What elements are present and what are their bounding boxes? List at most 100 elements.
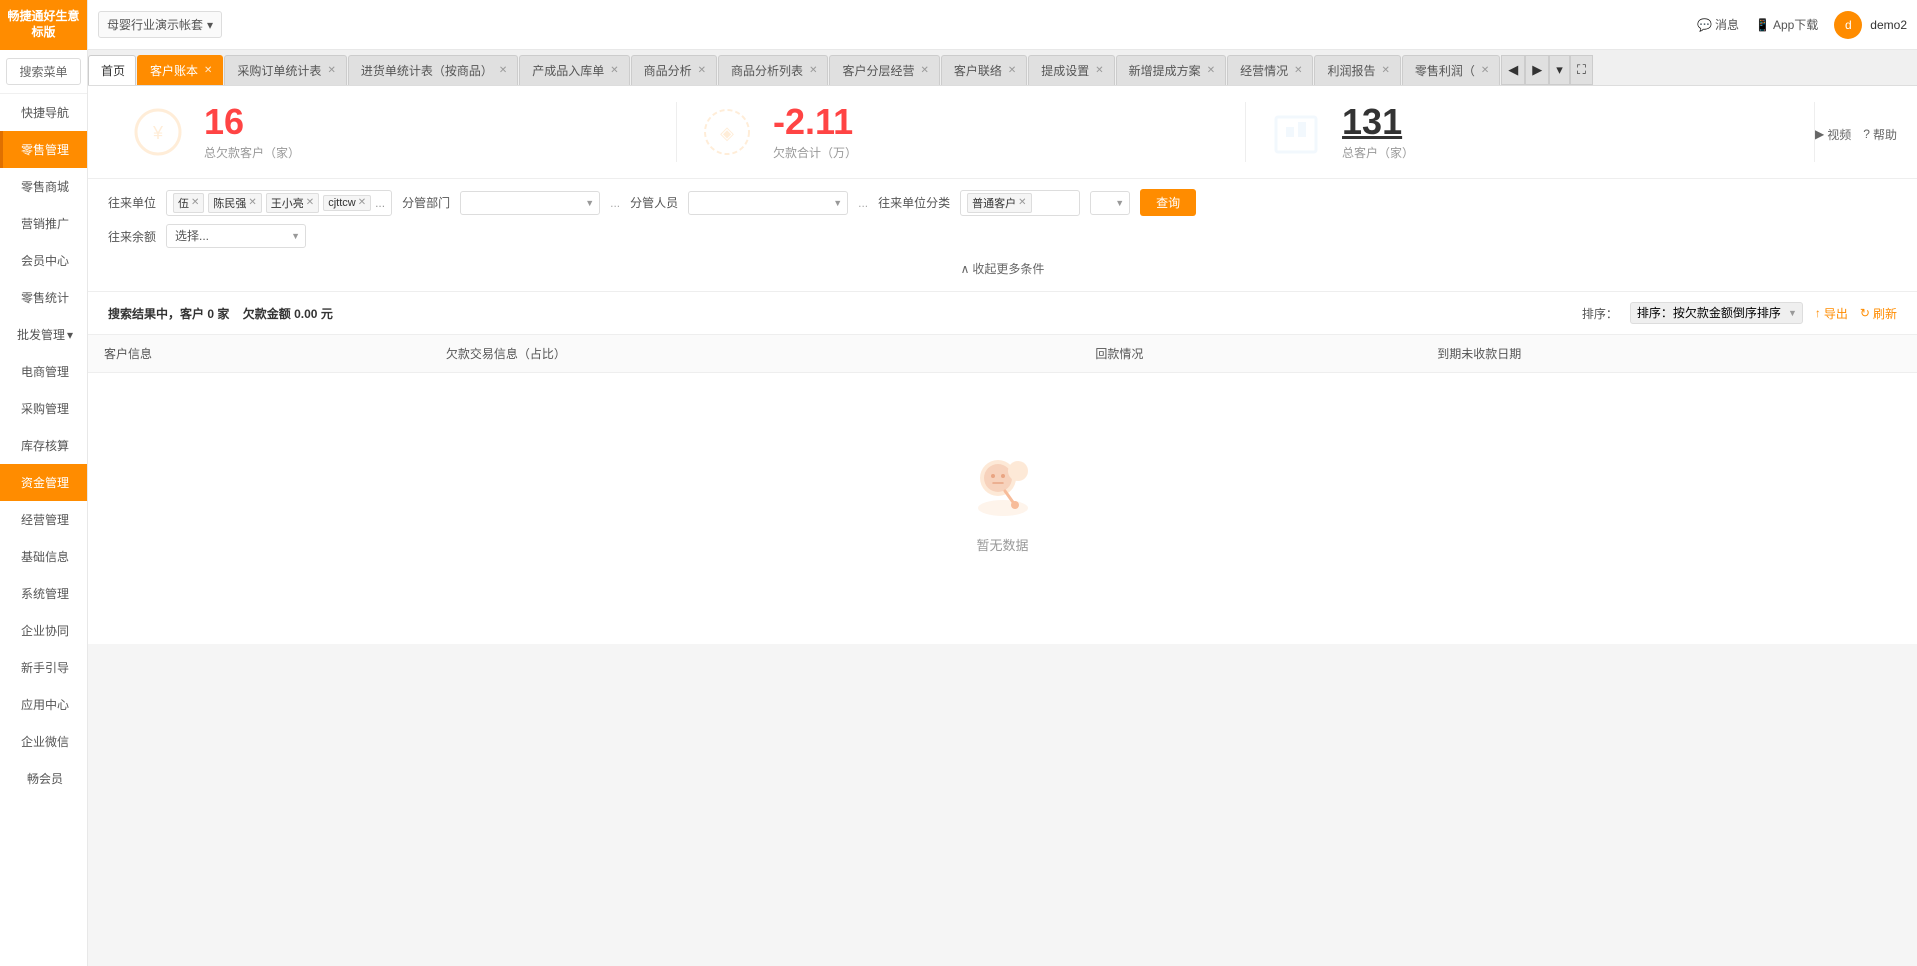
tab-home[interactable]: 首页 [88,55,136,85]
dept-select[interactable] [460,191,600,215]
tab-profit-close[interactable]: ✕ [1382,65,1390,76]
tab-goods-list-close[interactable]: ✕ [809,65,817,76]
result-amount-unit: 元 [321,307,333,321]
sidebar-item-member2[interactable]: 畅会员 [0,760,87,797]
result-info: 搜索结果中，客户 0 家 欠款金额 0.00 元 [108,305,333,322]
tab-purchase-stat-close[interactable]: ✕ [499,65,507,76]
account-dropdown[interactable]: 母婴行业演示帐套 ▾ [98,11,222,38]
sidebar-item-app-center[interactable]: 应用中心 [0,686,87,723]
tab-purchase-stat[interactable]: 进货单统计表（按商品） ✕ [348,55,518,85]
unit-type-filter[interactable]: 普通客户 ✕ [960,190,1080,216]
tab-goods-analysis-list[interactable]: 商品分析列表 ✕ [718,55,828,85]
tab-goods-analysis[interactable]: 商品分析 ✕ [631,55,717,85]
message-button[interactable]: 💬 消息 [1697,16,1739,33]
tab-produce-close[interactable]: ✕ [610,65,618,76]
tabs-expand[interactable]: ⛶ [1570,55,1593,85]
sidebar-item-retail-mall[interactable]: 零售商城 [0,168,87,205]
query-button[interactable]: 查询 [1140,189,1196,216]
balance-select[interactable]: 选择... [166,224,306,248]
sidebar-item-retail-mgmt[interactable]: 零售管理 [0,131,87,168]
sort-select-wrap[interactable]: 排序：按欠款金额倒序排序 [1630,302,1803,324]
tag-cjttcw-close[interactable]: ✕ [358,197,366,208]
tab-improve-close[interactable]: ✕ [1095,65,1103,76]
tab-purchase-order-close[interactable]: ✕ [327,65,335,76]
more-tags-button[interactable]: ... [375,196,385,210]
tab-new-improve[interactable]: 新增提成方案 ✕ [1116,55,1226,85]
message-icon: 💬 [1697,18,1712,32]
tab-retail-profit[interactable]: 零售利润（ ✕ [1402,55,1500,85]
sidebar-item-inventory[interactable]: 库存核算 [0,427,87,464]
refresh-icon: ↻ [1860,306,1870,320]
sidebar-item-operations[interactable]: 经营管理 [0,501,87,538]
dept-more[interactable]: ... [610,196,620,210]
tag-normal-close[interactable]: ✕ [1018,197,1026,208]
tag-wu-close[interactable]: ✕ [191,197,199,208]
sidebar-item-ecommerce[interactable]: 电商管理 [0,353,87,390]
unit-type-select[interactable] [1090,191,1130,215]
tab-profit-report[interactable]: 利润报告 ✕ [1314,55,1400,85]
tab-customer-layer[interactable]: 客户分层经营 ✕ [829,55,939,85]
unit-filter-tags[interactable]: 伍 ✕ 陈民强 ✕ 王小亮 ✕ cjttcw ✕ ... [166,190,392,216]
filter-row-1: 往来单位 伍 ✕ 陈民强 ✕ 王小亮 ✕ cjttcw [108,189,1897,216]
sidebar-item-purchase[interactable]: 采购管理 [0,390,87,427]
sidebar-item-newbie[interactable]: 新手引导 [0,649,87,686]
tab-goods-analysis-label: 商品分析 [644,62,692,79]
sidebar-item-enterprise[interactable]: 企业协同 [0,612,87,649]
stat-debt-info: -2.11 欠款合计（万） [773,104,1225,161]
sidebar-item-basic-info[interactable]: 基础信息 [0,538,87,575]
app-download-button[interactable]: 📱 App下载 [1755,16,1818,33]
tab-customer-layer-close[interactable]: ✕ [920,65,928,76]
person-more[interactable]: ... [858,196,868,210]
tabs-menu[interactable]: ▾ [1549,55,1570,85]
unit-type-dropdown[interactable] [1090,191,1130,215]
sidebar-item-retail-stat[interactable]: 零售统计 [0,279,87,316]
tab-new-improve-close[interactable]: ✕ [1207,65,1215,76]
sidebar-item-system[interactable]: 系统管理 [0,575,87,612]
refresh-button[interactable]: ↻ 刷新 [1860,305,1897,322]
tab-customer-contact-close[interactable]: ✕ [1008,65,1016,76]
sidebar-search-area[interactable]: 搜索菜单 [0,50,87,94]
help-button[interactable]: ? 帮助 [1863,126,1897,143]
person-select[interactable] [688,191,848,215]
tab-customer-layer-label: 客户分层经营 [842,62,914,79]
sidebar-item-finance[interactable]: 资金管理 [0,464,87,501]
dept-select-wrap[interactable] [460,191,600,215]
sidebar-item-member[interactable]: 会员中心 [0,242,87,279]
tab-ops-label: 经营情况 [1240,62,1288,79]
person-select-wrap[interactable] [688,191,848,215]
tag-wang-text: 王小亮 [271,195,304,211]
tab-accounts-close[interactable]: ✕ [204,65,212,76]
tab-purchase-order[interactable]: 采购订单统计表 ✕ [224,55,346,85]
sidebar-item-wechat[interactable]: 企业微信 [0,723,87,760]
export-button[interactable]: ↑ 导出 [1815,305,1848,322]
tag-chen-close[interactable]: ✕ [248,197,256,208]
total-label: 总客户（家） [1342,144,1794,161]
tab-operations-status[interactable]: 经营情况 ✕ [1227,55,1313,85]
tab-customer-contact[interactable]: 客户联络 ✕ [941,55,1027,85]
sidebar-item-quick-nav[interactable]: 快捷导航 [0,94,87,131]
tabs-scroll-right[interactable]: ▶ [1525,55,1549,85]
collapse-button[interactable]: ∧ 收起更多条件 [108,256,1897,281]
username: demo2 [1870,18,1907,32]
tab-new-improve-label: 新增提成方案 [1129,62,1201,79]
search-menu-button[interactable]: 搜索菜单 [6,58,81,85]
balance-select-wrap[interactable]: 选择... [166,224,306,248]
video-button[interactable]: ▶ 视频 [1815,126,1851,143]
tab-accounts[interactable]: 客户账本 ✕ [137,55,223,85]
sort-select[interactable]: 排序：按欠款金额倒序排序 [1630,302,1803,324]
sidebar-item-marketing[interactable]: 营销推广 [0,205,87,242]
table-body: 暂无数据 [88,373,1917,645]
tab-accounts-label: 客户账本 [150,62,198,79]
tag-wang-close[interactable]: ✕ [306,197,314,208]
tab-produce-purchase[interactable]: 产成品入库单 ✕ [519,55,629,85]
tab-goods-analysis-close[interactable]: ✕ [698,65,706,76]
tabs-scroll-left[interactable]: ◀ [1501,55,1525,85]
tab-retail-profit-close[interactable]: ✕ [1481,65,1489,76]
col-customer-info: 客户信息 [88,335,430,373]
user-area[interactable]: d demo2 [1834,11,1907,39]
tab-improve-settings[interactable]: 提成设置 ✕ [1028,55,1114,85]
col-repay-info: 回款情况 [1079,335,1421,373]
account-name: 母婴行业演示帐套 [107,16,203,33]
tab-ops-close[interactable]: ✕ [1294,65,1302,76]
sidebar-item-wholesale[interactable]: 批发管理▾ [0,316,87,353]
